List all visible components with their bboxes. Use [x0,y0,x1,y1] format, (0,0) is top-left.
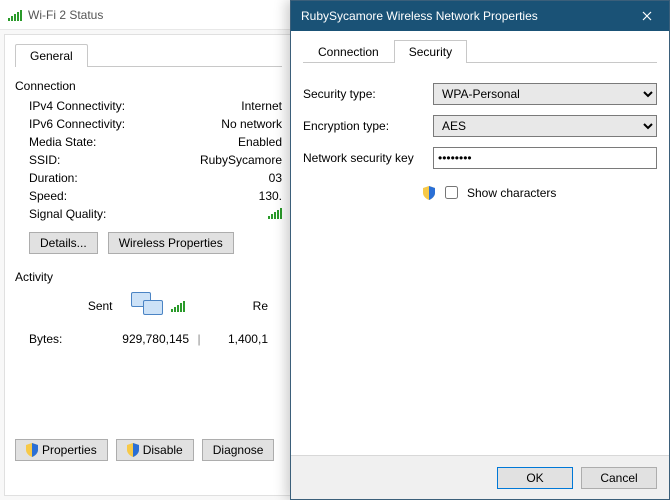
network-properties-window: RubySycamore Wireless Network Properties… [290,0,670,500]
media-label: Media State: [29,135,159,149]
activity-heading: Activity [15,270,282,284]
security-type-label: Security type: [303,87,433,101]
security-form: Security type: WPA-Personal Encryption t… [303,83,657,202]
activity-section: Activity Sent Re Bytes: 929,780,145 [15,270,282,346]
network-key-input[interactable] [433,147,657,169]
speed-value: 130. [159,189,282,203]
ipv4-label: IPv4 Connectivity: [29,99,159,113]
ssid-label: SSID: [29,153,159,167]
tab-security[interactable]: Security [394,40,467,63]
details-button[interactable]: Details... [29,232,98,254]
ssid-value: RubySycamore [159,153,282,167]
encryption-type-label: Encryption type: [303,119,433,133]
properties-button-label: Properties [42,443,97,457]
duration-label: Duration: [29,171,159,185]
activity-monitors-icon [131,292,167,320]
diagnose-button[interactable]: Diagnose [202,439,275,461]
bytes-label: Bytes: [29,332,89,346]
disable-button-label: Disable [143,443,183,457]
status-tabs: General [15,43,282,67]
signal-quality-value [159,207,282,222]
show-characters-label: Show characters [467,186,556,200]
wifi-status-titlebar: Wi-Fi 2 Status [0,0,297,30]
wifi-status-title: Wi-Fi 2 Status [28,8,103,22]
ok-button[interactable]: OK [497,467,573,489]
shield-icon [423,186,435,200]
sent-label: Sent [29,299,113,313]
tab-connection[interactable]: Connection [303,40,394,63]
network-properties-body: Connection Security Security type: WPA-P… [291,31,669,455]
connection-section: Connection IPv4 Connectivity:Internet IP… [15,79,282,254]
security-type-select[interactable]: WPA-Personal [433,83,657,105]
wifi-status-window: Wi-Fi 2 Status General Connection IPv4 C… [0,0,298,500]
bytes-divider: | [189,332,209,346]
bytes-sent-value: 929,780,145 [89,332,189,346]
network-properties-titlebar: RubySycamore Wireless Network Properties [291,1,669,31]
close-icon [642,11,652,21]
signal-strength-icon [8,9,22,21]
shield-icon [26,443,38,457]
ipv6-value: No network [159,117,282,131]
connection-heading: Connection [15,79,282,93]
cancel-button[interactable]: Cancel [581,467,657,489]
properties-button[interactable]: Properties [15,439,108,461]
wifi-status-body: General Connection IPv4 Connectivity:Int… [4,34,293,496]
duration-value: 03 [159,171,282,185]
activity-signal-icon [171,300,185,312]
media-value: Enabled [159,135,282,149]
encryption-type-select[interactable]: AES [433,115,657,137]
network-properties-title: RubySycamore Wireless Network Properties [301,9,538,23]
network-properties-footer: OK Cancel [291,455,669,499]
disable-button[interactable]: Disable [116,439,194,461]
close-button[interactable] [625,1,669,31]
properties-tabs: Connection Security [303,39,657,63]
ipv6-label: IPv6 Connectivity: [29,117,159,131]
bytes-recv-value: 1,400,1 [209,332,268,346]
tab-general[interactable]: General [15,44,88,67]
signal-quality-icon [268,207,282,219]
ipv4-value: Internet [159,99,282,113]
received-label: Re [185,299,269,313]
shield-icon [127,443,139,457]
show-characters-checkbox[interactable] [445,186,458,199]
wireless-properties-button[interactable]: Wireless Properties [108,232,234,254]
network-key-label: Network security key [303,151,433,165]
speed-label: Speed: [29,189,159,203]
signal-quality-label: Signal Quality: [29,207,159,222]
